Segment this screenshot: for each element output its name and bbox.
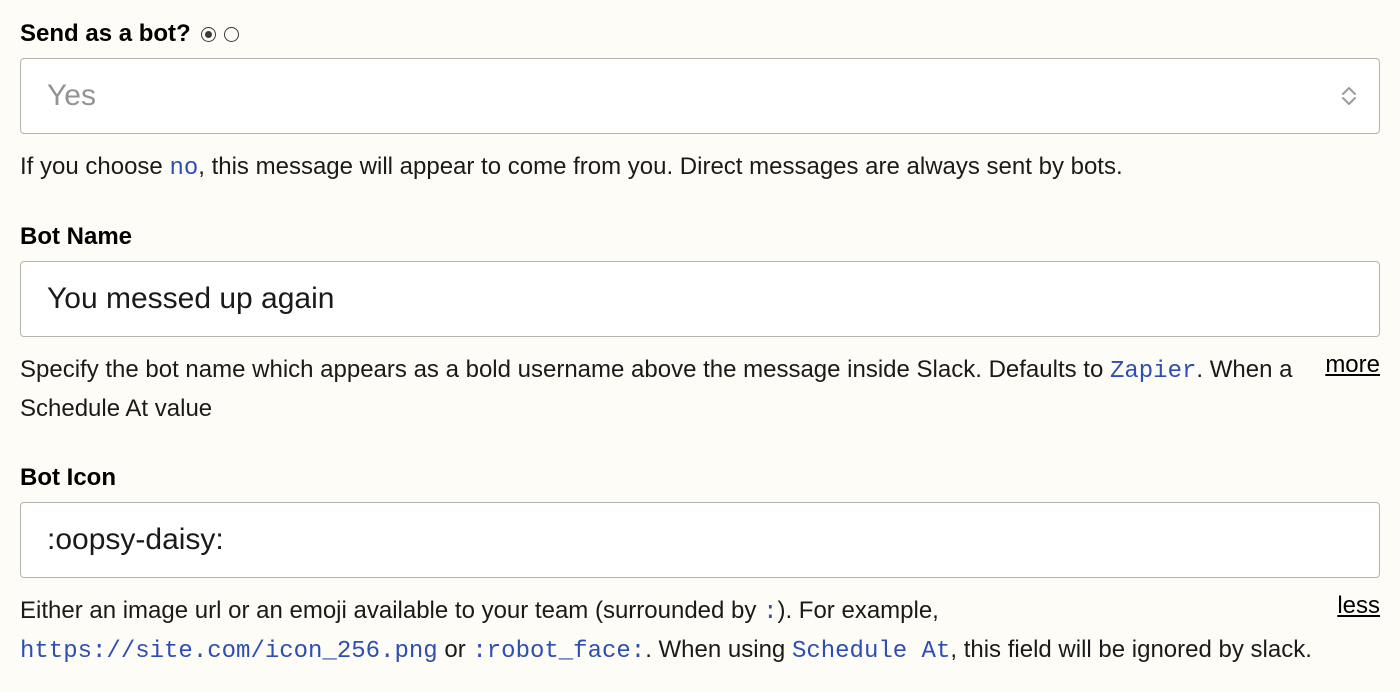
help-code-schedule: Schedule At [792, 638, 950, 665]
radio-option-unselected[interactable] [224, 27, 239, 42]
send-as-bot-radio-group [201, 27, 239, 42]
send-as-bot-section: Send as a bot? Yes If you choose no, thi… [20, 20, 1380, 187]
send-as-bot-label: Send as a bot? [20, 20, 191, 48]
help-code-url: https://site.com/icon_256.png [20, 638, 438, 665]
send-as-bot-help: If you choose no, this message will appe… [20, 148, 1380, 187]
radio-dot-icon [205, 31, 212, 38]
bot-name-label: Bot Name [20, 223, 132, 251]
send-as-bot-select-value: Yes [47, 79, 96, 113]
help-text: , this message will appear to come from … [198, 153, 1122, 180]
select-chevron-icon [1341, 86, 1357, 106]
help-text: Either an image url or an emoji availabl… [20, 597, 763, 624]
help-code-no: no [169, 155, 198, 182]
help-text: Specify the bot name which appears as a … [20, 356, 1110, 383]
help-text: If you choose [20, 153, 169, 180]
bot-name-section: Bot Name Specify the bot name which appe… [20, 223, 1380, 427]
send-as-bot-label-row: Send as a bot? [20, 20, 1380, 48]
help-text: . When using [645, 636, 792, 663]
bot-name-help: Specify the bot name which appears as a … [20, 351, 1305, 427]
help-text: , this field will be ignored by slack. [950, 636, 1312, 663]
bot-icon-section: Bot Icon Either an image url or an emoji… [20, 464, 1380, 670]
bot-icon-help: Either an image url or an emoji availabl… [20, 592, 1317, 670]
help-code-emoji: :robot_face: [472, 638, 645, 665]
help-text: ). For example, [777, 597, 938, 624]
bot-icon-label: Bot Icon [20, 464, 116, 492]
send-as-bot-select[interactable]: Yes [20, 58, 1380, 134]
radio-option-selected[interactable] [201, 27, 216, 42]
bot-name-more-link[interactable]: more [1325, 351, 1380, 379]
help-code-colon: : [763, 599, 777, 626]
help-code-zapier: Zapier [1110, 358, 1196, 385]
bot-icon-less-link[interactable]: less [1337, 592, 1380, 620]
bot-icon-input[interactable] [20, 502, 1380, 578]
bot-name-input[interactable] [20, 261, 1380, 337]
help-text: or [438, 636, 473, 663]
